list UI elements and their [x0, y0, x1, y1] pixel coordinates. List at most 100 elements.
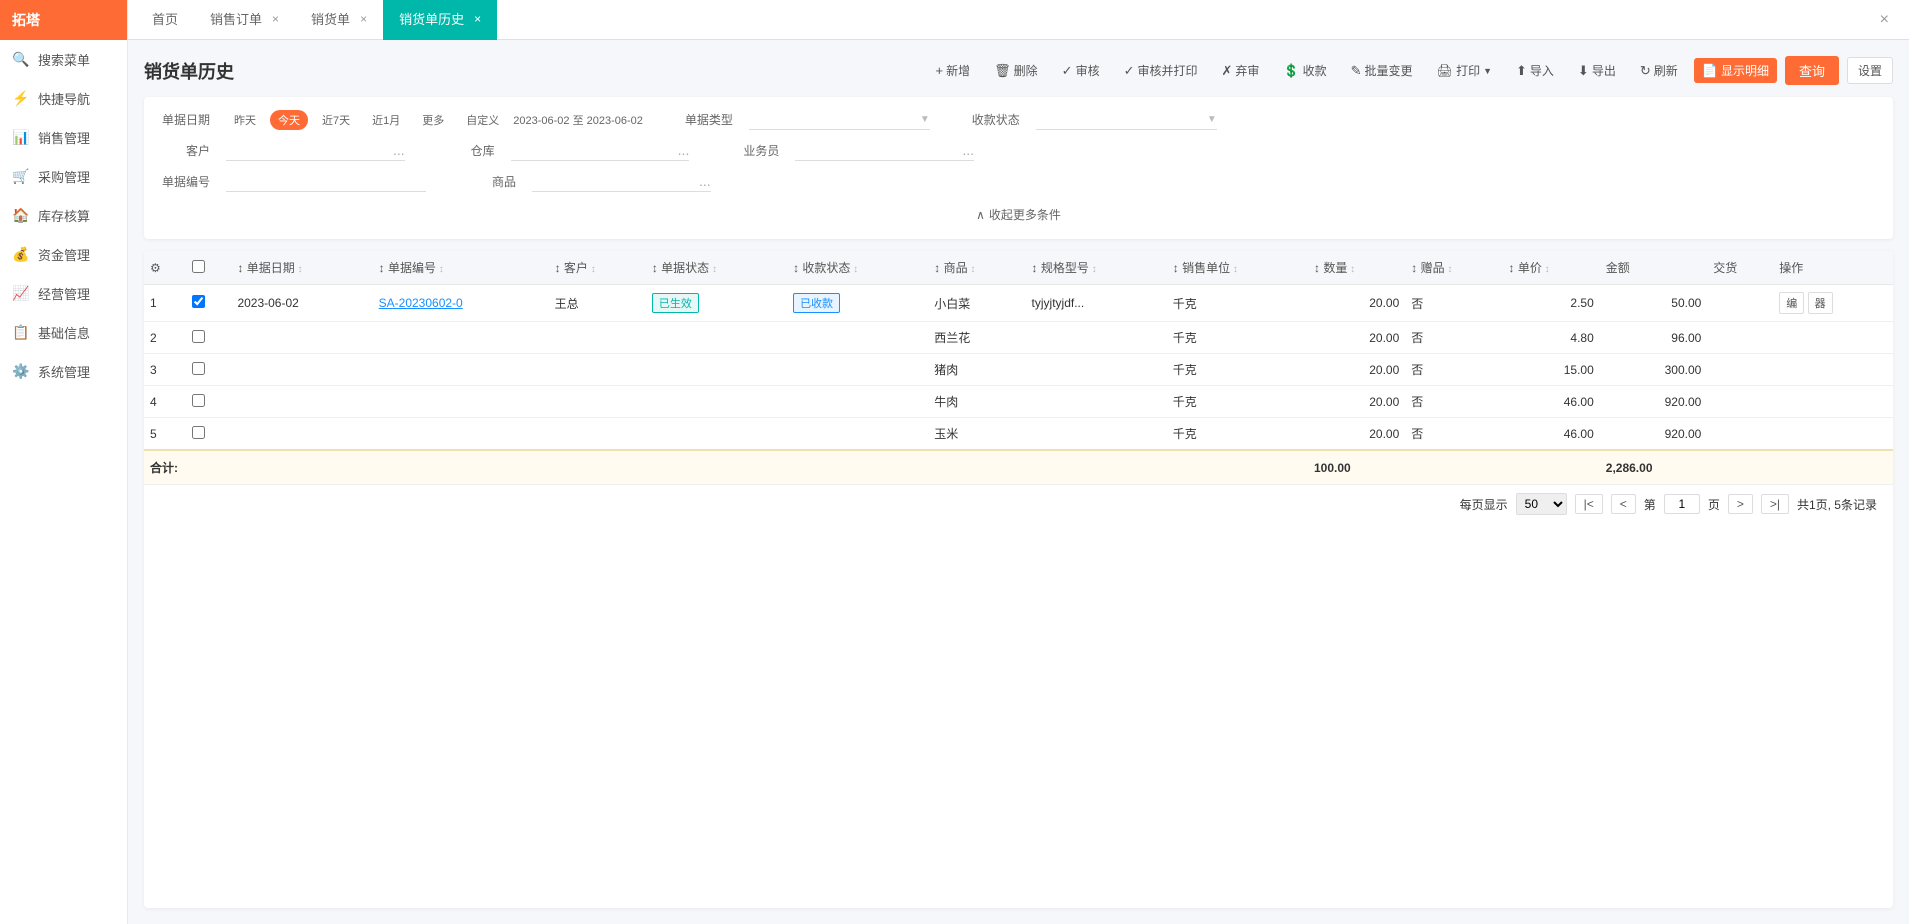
- sidebar-item-purchase-mgmt[interactable]: 🛒 采购管理: [0, 157, 127, 196]
- warehouse-more-icon[interactable]: ...: [678, 142, 690, 158]
- tab-sales-history-close[interactable]: ×: [474, 12, 481, 26]
- import-button[interactable]: ⬆ 导入: [1508, 58, 1562, 83]
- col-customer[interactable]: ↕ 客户: [549, 251, 646, 285]
- sidebar-item-quick-nav[interactable]: ⚡ 快捷导航: [0, 79, 127, 118]
- collect-button[interactable]: 💲 收款: [1275, 58, 1334, 83]
- approve-button[interactable]: ✓ 审核: [1054, 58, 1108, 83]
- delete-button[interactable]: 🗑 删除: [986, 58, 1046, 83]
- goods-more-icon[interactable]: ...: [699, 173, 711, 189]
- first-page-btn[interactable]: |<: [1575, 494, 1603, 514]
- abandon-button[interactable]: ✗ 弃审: [1214, 58, 1268, 83]
- per-page-select[interactable]: 50 100 200: [1516, 493, 1567, 515]
- goods-input[interactable]: [532, 171, 699, 191]
- col-transaction: 交货: [1707, 251, 1773, 285]
- doc-no-link[interactable]: SA-20230602-0: [379, 296, 463, 310]
- doc-no-input[interactable]: [226, 171, 426, 192]
- row-checkbox[interactable]: [192, 426, 205, 439]
- tab-sales-history-label: 销货单历史: [399, 9, 464, 28]
- date-tag-yesterday[interactable]: 昨天: [226, 110, 264, 130]
- row-checkbox[interactable]: [192, 295, 205, 308]
- date-tags: 昨天 今天 近7天 近1月 更多 自定义 2023-06-02 至 2023-0…: [226, 110, 643, 130]
- payment-status-badge: 已收款: [793, 293, 840, 313]
- customer-input[interactable]: [226, 140, 393, 160]
- collect-label: 收款: [1303, 62, 1327, 79]
- date-tag-today[interactable]: 今天: [270, 110, 308, 130]
- payment-status-label: 收款状态: [970, 111, 1020, 128]
- data-table-wrap: ⚙ ↕ 单据日期 ↕ 单据编号 ↕ 客户 ↕ 单据状态 ↕ 收款状态 ↕ 商品 …: [144, 251, 1893, 908]
- sidebar-item-label: 销售管理: [38, 128, 90, 147]
- close-all-tabs[interactable]: ×: [1868, 11, 1901, 29]
- col-doc-date[interactable]: ↕ 单据日期: [231, 251, 372, 285]
- col-settings[interactable]: ⚙: [144, 251, 186, 285]
- customer-more-icon[interactable]: ...: [393, 142, 405, 158]
- tab-sales-delivery[interactable]: 销货单 ×: [295, 0, 383, 40]
- sidebar-item-basic-info[interactable]: 📋 基础信息: [0, 313, 127, 352]
- page-input[interactable]: [1664, 494, 1700, 514]
- col-payment-status[interactable]: ↕ 收款状态: [787, 251, 928, 285]
- filter-row-1: 单据日期 昨天 今天 近7天 近1月 更多 自定义 2023-06-02 至 2…: [160, 109, 1877, 130]
- doc-type-dropdown-icon[interactable]: ▼: [920, 114, 930, 125]
- tab-sales-delivery-close[interactable]: ×: [360, 12, 367, 26]
- operations-icon: 📈: [12, 285, 30, 303]
- payment-status-input[interactable]: [1036, 109, 1203, 129]
- col-unit-price[interactable]: ↕ 单价: [1503, 251, 1600, 285]
- sidebar-item-system-mgmt[interactable]: ⚙️ 系统管理: [0, 352, 127, 391]
- date-tag-1month[interactable]: 近1月: [364, 110, 408, 130]
- date-tag-7days[interactable]: 近7天: [314, 110, 358, 130]
- collapse-btn[interactable]: ∧ 收起更多条件: [160, 202, 1877, 227]
- page-label: 第: [1644, 496, 1656, 513]
- col-unit[interactable]: ↕ 销售单位: [1167, 251, 1308, 285]
- data-table: ⚙ ↕ 单据日期 ↕ 单据编号 ↕ 客户 ↕ 单据状态 ↕ 收款状态 ↕ 商品 …: [144, 251, 1893, 484]
- col-doc-status[interactable]: ↕ 单据状态: [646, 251, 787, 285]
- row-checkbox[interactable]: [192, 394, 205, 407]
- date-tag-custom[interactable]: 自定义: [458, 110, 507, 130]
- row-checkbox[interactable]: [192, 362, 205, 375]
- sidebar-item-search-menu[interactable]: 🔍 搜索菜单: [0, 40, 127, 79]
- refresh-button[interactable]: ↻ 刷新: [1632, 58, 1686, 83]
- new-button[interactable]: + 新增: [928, 58, 979, 83]
- row-checkbox[interactable]: [192, 330, 205, 343]
- tab-sales-history[interactable]: 销货单历史 ×: [383, 0, 497, 40]
- col-doc-no[interactable]: ↕ 单据编号: [373, 251, 549, 285]
- salesperson-input[interactable]: [795, 140, 962, 160]
- prev-page-btn[interactable]: <: [1611, 494, 1636, 514]
- sidebar-item-operations[interactable]: 📈 经营管理: [0, 274, 127, 313]
- edit-btn[interactable]: 编: [1779, 292, 1804, 314]
- col-quantity[interactable]: ↕ 数量: [1308, 251, 1405, 285]
- col-checkbox[interactable]: [186, 251, 232, 285]
- last-page-btn[interactable]: >|: [1761, 494, 1789, 514]
- payment-status-dropdown-icon[interactable]: ▼: [1207, 114, 1217, 125]
- warehouse-input[interactable]: [511, 140, 678, 160]
- select-all-checkbox[interactable]: [192, 260, 205, 273]
- query-button[interactable]: 查询: [1785, 56, 1839, 85]
- show-detail-button[interactable]: 📄 显示明细: [1694, 58, 1777, 83]
- approve-print-button[interactable]: ✓ 审核并打印: [1116, 58, 1206, 83]
- doc-status-badge: 已生效: [652, 293, 699, 313]
- filter-row-2: 客户 ... 仓库 ... 业务员 ...: [160, 140, 1877, 161]
- tab-sales-order[interactable]: 销售订单 ×: [194, 0, 295, 40]
- col-goods[interactable]: ↕ 商品: [928, 251, 1025, 285]
- col-spec[interactable]: ↕ 规格型号: [1026, 251, 1167, 285]
- tab-sales-order-close[interactable]: ×: [272, 12, 279, 26]
- setting-button[interactable]: 设置: [1847, 57, 1893, 84]
- doc-type-label: 单据类型: [683, 111, 733, 128]
- sidebar-item-sales-mgmt[interactable]: 📊 销售管理: [0, 118, 127, 157]
- sidebar-item-inventory[interactable]: 🏠 库存核算: [0, 196, 127, 235]
- col-gift[interactable]: ↕ 赠品: [1405, 251, 1502, 285]
- date-label: 单据日期: [160, 111, 210, 128]
- sidebar-item-finance[interactable]: 💰 资金管理: [0, 235, 127, 274]
- approve-icon: ✓: [1062, 63, 1073, 79]
- date-tag-more[interactable]: 更多: [414, 110, 452, 130]
- next-page-btn[interactable]: >: [1728, 494, 1753, 514]
- more-btn[interactable]: 器: [1808, 292, 1833, 314]
- salesperson-more-icon[interactable]: ...: [962, 142, 974, 158]
- doc-type-input[interactable]: [749, 109, 916, 129]
- batch-change-button[interactable]: ✎ 批量变更: [1343, 58, 1421, 83]
- page-header: 销货单历史 + 新增 🗑 删除 ✓ 审核 ✓ 审核并打印: [144, 56, 1893, 85]
- export-button[interactable]: ⬇ 导出: [1570, 58, 1624, 83]
- print-button[interactable]: 🖨 打印 ▼: [1429, 58, 1500, 83]
- page-title: 销货单历史: [144, 58, 234, 84]
- batch-change-icon: ✎: [1351, 63, 1362, 79]
- tab-home[interactable]: 首页: [136, 0, 194, 40]
- total-info: 共1页, 5条记录: [1797, 496, 1877, 513]
